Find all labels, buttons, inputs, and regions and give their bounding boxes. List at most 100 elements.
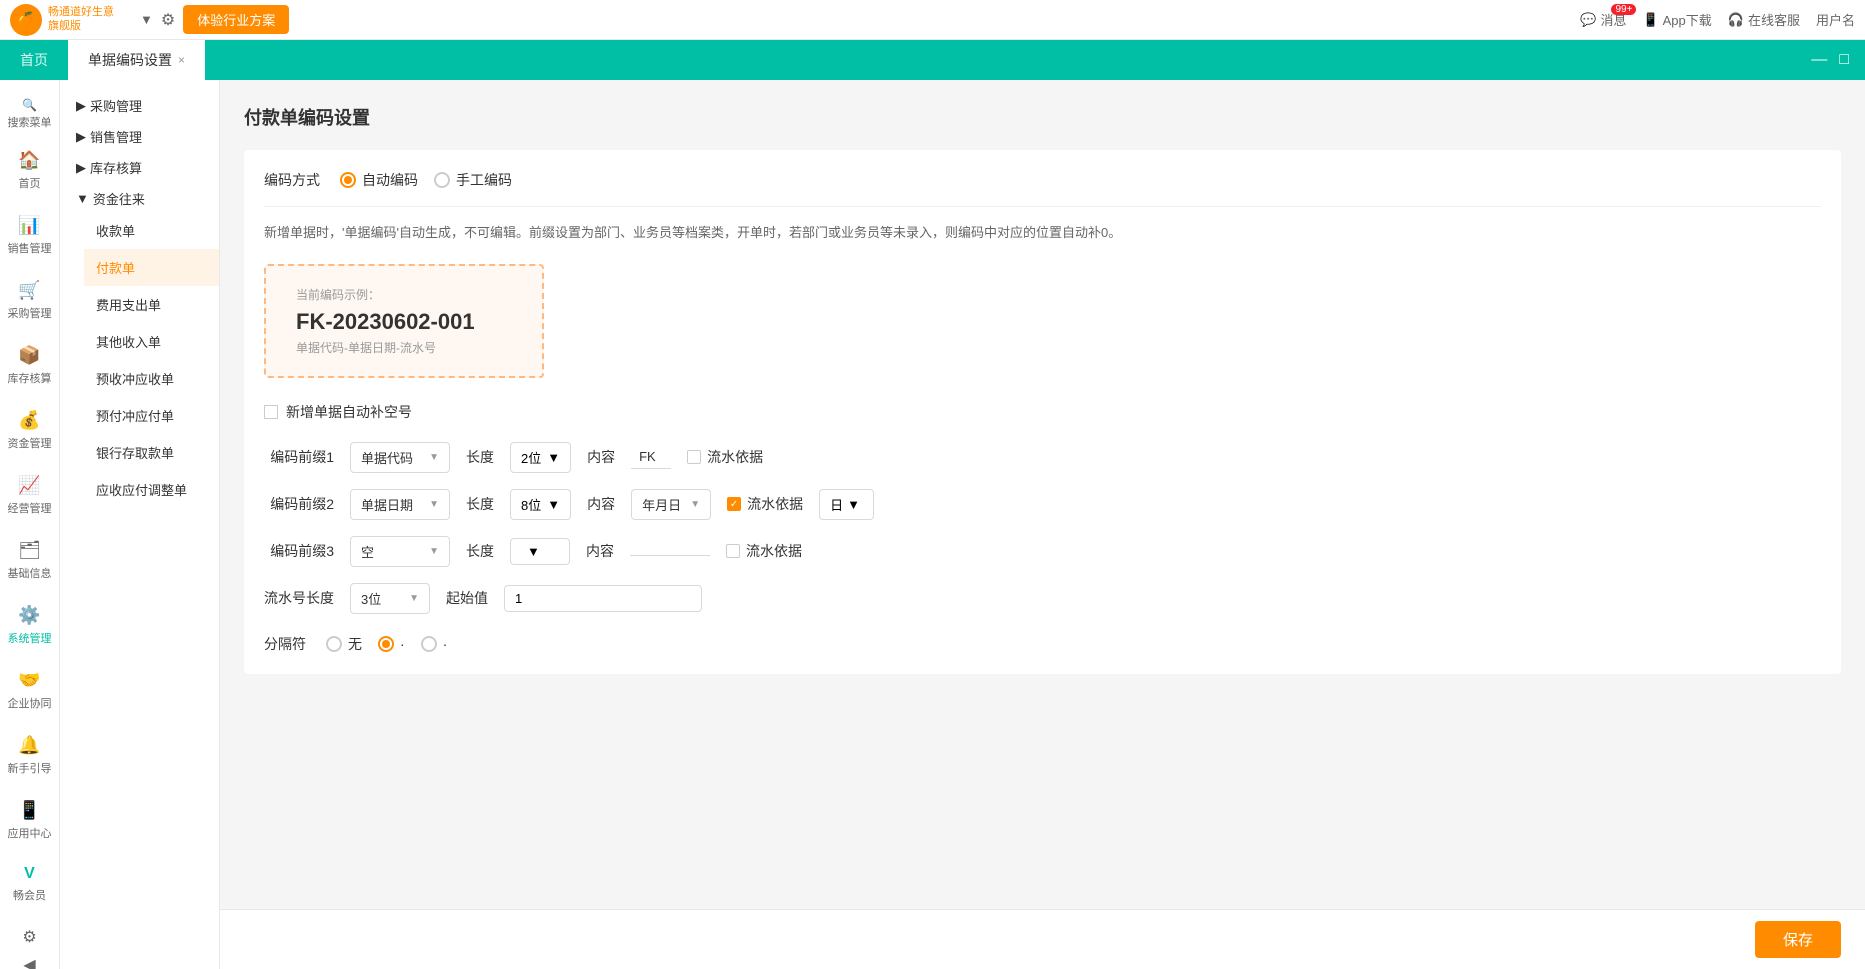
menu-item-payment[interactable]: 付款单 <box>84 249 219 286</box>
topbar-nav: ▼ ⚙ 体验行业方案 <box>140 5 289 34</box>
sidebar-item-finance[interactable]: 💰 资金管理 <box>0 398 59 463</box>
prefix3-length-select[interactable]: ▼ <box>510 538 570 565</box>
manual-encoding-option[interactable]: 手工编码 <box>434 170 512 190</box>
minimize-icon[interactable]: — <box>1811 51 1827 69</box>
encoding-method-label: 编码方式 <box>264 170 320 190</box>
prefix1-select[interactable]: 单据代码 ▼ <box>350 442 450 473</box>
auto-radio-btn[interactable] <box>340 172 356 188</box>
menu-item-bank[interactable]: 银行存取款单 <box>84 434 219 471</box>
menu-group-purchase[interactable]: ▶ 采购管理 <box>60 88 219 119</box>
sidebar-search[interactable]: 🔍 搜索菜单 <box>0 90 59 138</box>
sidebar-item-sales[interactable]: 📊 销售管理 <box>0 203 59 268</box>
separator-none-radio[interactable] <box>326 636 342 652</box>
sidebar-item-guide[interactable]: 🔔 新手引导 <box>0 723 59 788</box>
menu-item-receipt[interactable]: 收款单 <box>84 212 219 249</box>
serial-start-input[interactable] <box>504 585 702 612</box>
online-service-button[interactable]: 🎧 在线客服 <box>1728 10 1800 29</box>
maximize-icon[interactable]: □ <box>1839 51 1849 69</box>
separator-row: 分隔符 无 · · <box>264 634 1821 654</box>
separator-none-option[interactable]: 无 <box>326 634 362 654</box>
prefix3-stream-checkbox[interactable]: 流水依据 <box>726 541 802 561</box>
sidebar-item-member[interactable]: V 畅会员 <box>0 853 59 915</box>
menu-item-adjust[interactable]: 应收应付调整单 <box>84 471 219 508</box>
sidebar-item-system[interactable]: ⚙️ 系统管理 <box>0 593 59 658</box>
settings-icon[interactable]: ⚙ <box>161 10 175 30</box>
sidebar-item-purchase[interactable]: 🛒 采购管理 <box>0 268 59 333</box>
prefix1-stream-checkbox[interactable]: 流水依据 <box>687 447 763 467</box>
sidebar-item-basic[interactable]: 🗂 基础信息 <box>0 528 59 593</box>
info-text: 新增单据时，'单据编码'自动生成，不可编辑。前缀设置为部门、业务员等档案类，开单… <box>264 223 1821 244</box>
separator-dot-radio[interactable] <box>421 636 437 652</box>
preview-code: FK-20230602-001 <box>296 309 512 335</box>
prefix2-length-select[interactable]: 8位 ▼ <box>510 489 571 520</box>
prefix1-stream-check[interactable] <box>687 450 701 464</box>
menu-item-expense[interactable]: 费用支出单 <box>84 286 219 323</box>
mid-menu: ▶ 采购管理 ▶ 销售管理 ▶ 库存核算 ▼ 资金往来 收款单 付款单 费用支出… <box>60 80 220 969</box>
auto-fill-label: 新增单据自动补空号 <box>286 402 412 422</box>
tabbar-actions: — □ <box>1795 51 1865 69</box>
bottom-settings-icon[interactable]: ⚙ <box>22 927 36 947</box>
prefix2-select[interactable]: 单据日期 ▼ <box>350 489 450 520</box>
trial-button[interactable]: 体验行业方案 <box>183 5 289 34</box>
chevron-right-icon: ▶ <box>76 160 86 176</box>
chevron-down-icon: ▼ <box>547 497 560 512</box>
menu-group-inventory[interactable]: ▶ 库存核算 <box>60 150 219 181</box>
sidebar-item-apps[interactable]: 📱 应用中心 <box>0 788 59 853</box>
prefix2-content-label: 内容 <box>587 494 615 514</box>
collapse-icon[interactable]: ◀ <box>23 955 35 969</box>
menu-item-other-income[interactable]: 其他收入单 <box>84 323 219 360</box>
prefix2-day-select[interactable]: 日 ▼ <box>819 489 874 520</box>
chevron-right-icon: ▶ <box>76 98 86 114</box>
prefix2-stream-check[interactable]: ✓ <box>727 497 741 511</box>
prefix1-label: 编码前缀1 <box>264 447 334 467</box>
chevron-down-icon: ▼ <box>76 191 89 206</box>
chevron-down-icon: ▼ <box>429 499 439 510</box>
menu-group-sales[interactable]: ▶ 销售管理 <box>60 119 219 150</box>
manual-radio-btn[interactable] <box>434 172 450 188</box>
message-button[interactable]: 💬 消息 99+ <box>1580 10 1626 29</box>
prefix3-select[interactable]: 空 ▼ <box>350 536 450 567</box>
prefix1-length-label: 长度 <box>466 447 494 467</box>
auto-fill-checkbox[interactable] <box>264 405 278 419</box>
separator-dot-option[interactable]: · <box>421 636 448 652</box>
chevron-down-icon: ▼ <box>429 452 439 463</box>
logo: 🍊 畅通道好生意 旗舰版 <box>10 4 130 36</box>
menu-item-prepay-pay[interactable]: 预付冲应付单 <box>84 397 219 434</box>
separator-dash-option[interactable]: · <box>378 636 405 652</box>
member-icon: V <box>24 865 35 883</box>
serial-length-select[interactable]: 3位 ▼ <box>350 583 430 614</box>
chevron-down-icon: ▼ <box>527 544 540 559</box>
sidebar-item-collab[interactable]: 🤝 企业协同 <box>0 658 59 723</box>
prefix1-content-label: 内容 <box>587 447 615 467</box>
menu-group-capital[interactable]: ▼ 资金往来 <box>60 181 219 212</box>
topbar-dropdown[interactable]: ▼ <box>140 12 153 27</box>
tab-home[interactable]: 首页 <box>0 40 68 80</box>
prefix2-content-select[interactable]: 年月日 ▼ <box>631 489 711 520</box>
sidebar-item-home[interactable]: 🏠 首页 <box>0 138 59 203</box>
tabbar: 首页 单据编码设置 × — □ <box>0 40 1865 80</box>
prefix2-stream-checkbox[interactable]: ✓ 流水依据 <box>727 494 803 514</box>
app-download-button[interactable]: 📱 App下载 <box>1642 10 1711 29</box>
tab-close-icon[interactable]: × <box>178 53 185 67</box>
main-layout: 🔍 搜索菜单 🏠 首页 📊 销售管理 🛒 采购管理 📦 库存核算 💰 资金管理 … <box>0 80 1865 969</box>
chevron-down-icon: ▼ <box>409 593 419 604</box>
message-badge: 99+ <box>1611 4 1636 15</box>
collab-icon: 🤝 <box>18 670 40 691</box>
auto-encoding-option[interactable]: 自动编码 <box>340 170 418 190</box>
user-menu[interactable]: 用户名 <box>1816 10 1855 29</box>
sidebar-item-inventory[interactable]: 📦 库存核算 <box>0 333 59 398</box>
serial-length-label: 流水号长度 <box>264 588 334 608</box>
prefix1-length-select[interactable]: 2位 ▼ <box>510 442 571 473</box>
auto-fill-row: 新增单据自动补空号 <box>264 402 1821 422</box>
serial-start-label: 起始值 <box>446 588 488 608</box>
chevron-right-icon: ▶ <box>76 129 86 145</box>
prefix3-length-label: 长度 <box>466 541 494 561</box>
left-sidebar: 🔍 搜索菜单 🏠 首页 📊 销售管理 🛒 采购管理 📦 库存核算 💰 资金管理 … <box>0 80 60 969</box>
sidebar-item-operation[interactable]: 📈 经营管理 <box>0 463 59 528</box>
prefix3-stream-check[interactable] <box>726 544 740 558</box>
tab-encoding-settings[interactable]: 单据编码设置 × <box>68 40 205 80</box>
save-button[interactable]: 保存 <box>1755 921 1841 958</box>
purchase-icon: 🛒 <box>18 280 40 301</box>
separator-dash-radio[interactable] <box>378 636 394 652</box>
menu-item-prepay-recv[interactable]: 预收冲应收单 <box>84 360 219 397</box>
